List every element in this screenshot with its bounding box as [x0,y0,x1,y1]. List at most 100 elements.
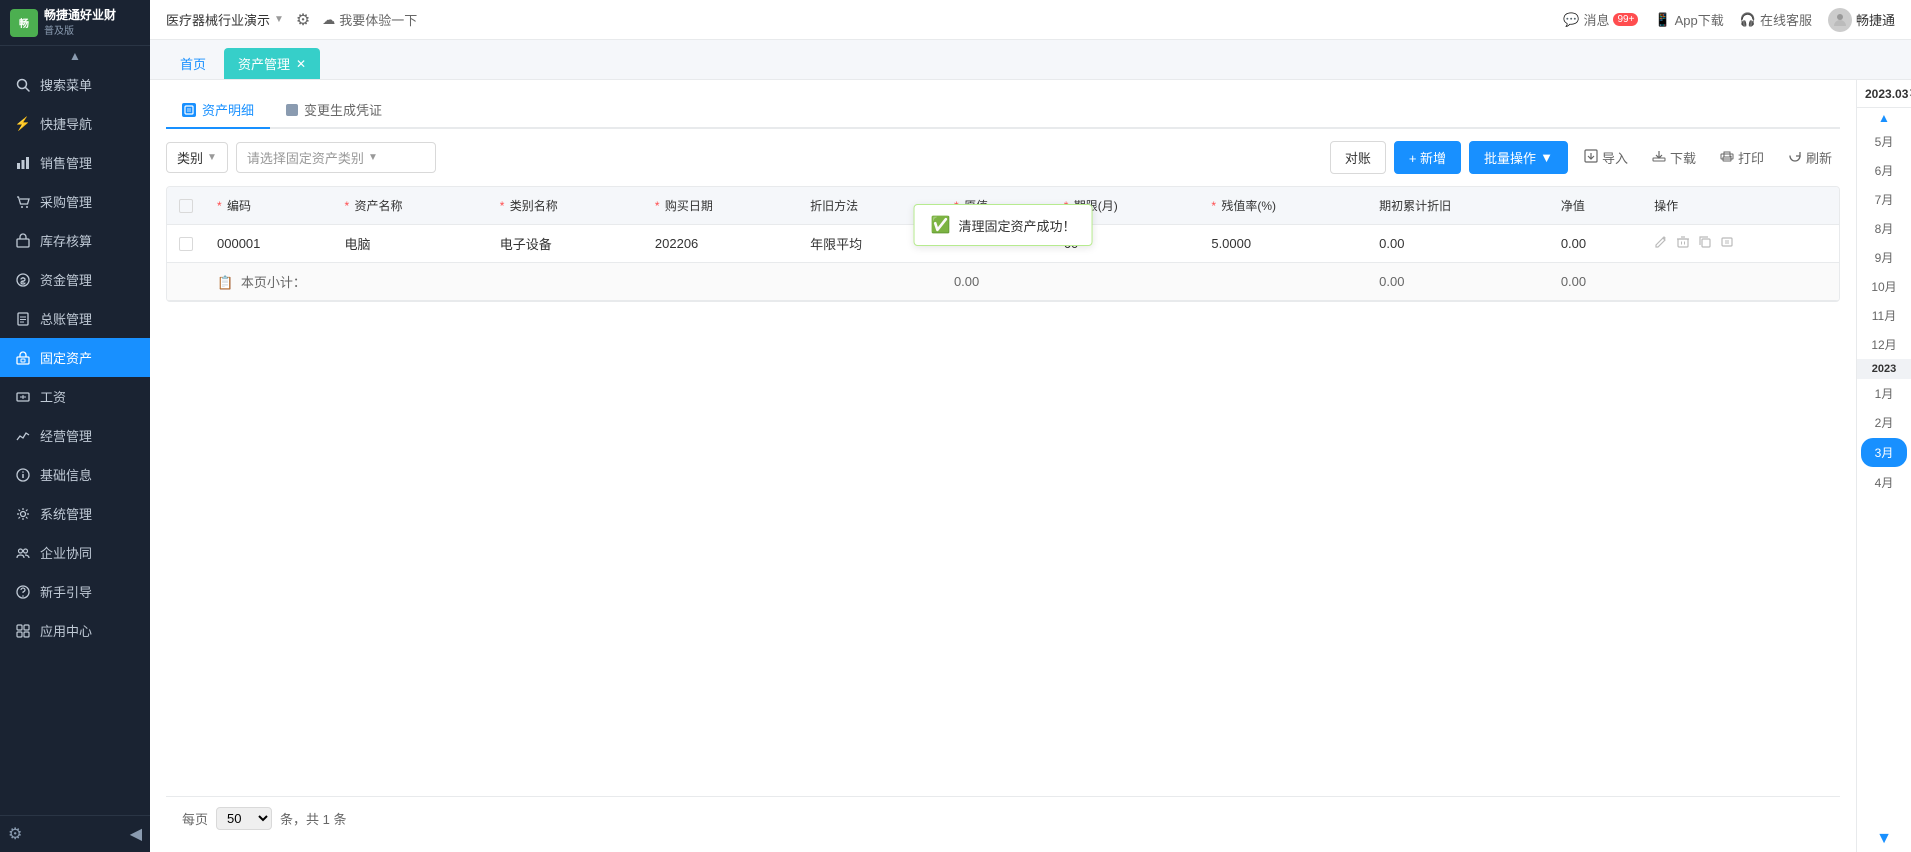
row-actions [1642,225,1839,263]
row-category: 电子设备 [488,225,643,263]
notification-btn[interactable]: 💬 消息 99+ [1563,10,1638,29]
user-btn[interactable]: 畅捷通 [1828,8,1895,32]
sub-tab-asset-detail-label: 资产明细 [202,100,254,119]
download-icon: 📱 [1654,12,1670,28]
app-logo: 畅 [10,9,38,37]
sidebar-item-cooperation[interactable]: 企业协同 [0,533,150,572]
sidebar-header: 畅 畅捷通好业财 普及版 [0,0,150,46]
toolbar-left: 类别 ▼ 请选择固定资产类别 ▼ [166,142,1322,173]
sidebar-item-fixed-asset[interactable]: 固定资产 [0,338,150,377]
import-btn[interactable]: 导入 [1576,142,1636,173]
print-icon [1720,149,1734,166]
sidebar-item-app-center[interactable]: 应用中心 [0,611,150,650]
batch-btn[interactable]: 批量操作 ▼ [1469,141,1568,174]
sidebar-item-purchase[interactable]: 采购管理 [0,182,150,221]
sidebar-footer: ⚙ ◀ [0,815,150,852]
sidebar-item-system[interactable]: 系统管理 [0,494,150,533]
sidebar-item-payroll[interactable]: 工资 [0,377,150,416]
app-download-btn[interactable]: 📱 App下载 [1654,10,1723,29]
service-label: 在线客服 [1760,10,1812,29]
topbar-right: 💬 消息 99+ 📱 App下载 🎧 在线客服 畅捷通 [1563,8,1895,32]
main-area: 医疗器械行业演示 ▼ ⚙ ☁ 我要体验一下 💬 消息 99+ 📱 App下载 🎧… [150,0,1911,852]
refresh-icon [1788,149,1802,166]
delete-icon[interactable] [1676,235,1690,252]
month-7[interactable]: 7月 [1857,185,1911,214]
month-2023-1[interactable]: 1月 [1857,379,1911,408]
select-all-checkbox[interactable] [179,199,193,213]
new-btn[interactable]: + 新增 [1394,141,1461,174]
more-icon[interactable] [1720,235,1734,252]
sidebar-item-quick-nav[interactable]: ⚡ 快捷导航 [0,104,150,143]
edit-icon[interactable] [1654,235,1668,252]
month-2023-2[interactable]: 2月 [1857,408,1911,437]
sidebar-item-app-center-label: 应用中心 [40,621,92,640]
operations-icon [14,427,32,445]
sidebar-scroll-up-icon[interactable]: ▲ [69,49,81,63]
sidebar-item-basic-info[interactable]: 基础信息 [0,455,150,494]
download-label: App下载 [1675,10,1724,29]
copy-icon[interactable] [1698,235,1712,252]
month-10[interactable]: 10月 [1857,272,1911,301]
sidebar-item-payroll-label: 工资 [40,387,66,406]
panel-up-icon[interactable]: ▲ [1878,111,1890,125]
notification-icon: 💬 [1563,12,1579,28]
sidebar: 畅 畅捷通好业财 普及版 ▲ 搜索菜单 ⚡ 快捷导航 销售管理 [0,0,150,852]
table-header-initial-accumulated: 期初累计折旧 [1367,187,1549,225]
page-size-select[interactable]: 50 100 200 [216,807,272,830]
online-service-btn[interactable]: 🎧 在线客服 [1740,10,1812,29]
sidebar-item-fund[interactable]: 资金管理 [0,260,150,299]
subtotal-initial: 0.00 [1367,263,1549,301]
row-checkbox[interactable] [179,237,193,251]
collapse-sidebar-icon[interactable]: ◀ [130,824,142,844]
basic-info-icon [14,466,32,484]
sidebar-item-inventory-label: 库存核算 [40,231,92,250]
month-8[interactable]: 8月 [1857,214,1911,243]
month-2023-3[interactable]: 3月 [1861,438,1907,467]
experience-btn[interactable]: ☁ 我要体验一下 [322,10,417,29]
sidebar-item-search[interactable]: 搜索菜单 [0,65,150,104]
topbar-settings-icon[interactable]: ⚙ [296,10,310,30]
row-checkbox-cell[interactable] [167,225,205,263]
company-selector[interactable]: 医疗器械行业演示 ▼ [166,10,284,29]
tab-asset-close-icon[interactable]: ✕ [296,57,306,71]
row-purchase-date: 202206 [643,225,798,263]
print-btn[interactable]: 打印 [1712,142,1772,173]
reconcile-btn[interactable]: 对账 [1330,141,1386,174]
sidebar-item-operations[interactable]: 经营管理 [0,416,150,455]
panel-down-icon[interactable]: ▼ [1876,830,1892,847]
sidebar-item-ledger[interactable]: 总账管理 [0,299,150,338]
month-5[interactable]: 5月 [1857,127,1911,156]
sidebar-item-fund-label: 资金管理 [40,270,92,289]
month-12[interactable]: 12月 [1857,330,1911,359]
settings-footer-icon[interactable]: ⚙ [8,824,22,844]
sidebar-item-basic-info-label: 基础信息 [40,465,92,484]
table-header-net-value: 净值 [1549,187,1642,225]
category-input[interactable]: 请选择固定资产类别 ▼ [236,142,436,173]
sidebar-item-guide[interactable]: 新手引导 [0,572,150,611]
month-9[interactable]: 9月 [1857,243,1911,272]
tab-home[interactable]: 首页 [166,48,220,79]
tab-bar: 首页 资产管理 ✕ [150,40,1911,80]
sidebar-nav: 搜索菜单 ⚡ 快捷导航 销售管理 采购管理 库存核算 [0,65,150,815]
category-filter[interactable]: 类别 ▼ [166,142,228,173]
sidebar-item-sales[interactable]: 销售管理 [0,143,150,182]
refresh-btn[interactable]: 刷新 [1780,142,1840,173]
sidebar-item-cooperation-label: 企业协同 [40,543,92,562]
cloud-icon: ☁ [322,12,335,28]
month-6[interactable]: 6月 [1857,156,1911,185]
sub-tab-change-voucher[interactable]: 变更生成凭证 [270,92,398,127]
table-header-name: * 资产名称 [333,187,488,225]
table-header-checkbox[interactable] [167,187,205,225]
sub-tabs: 资产明细 变更生成凭证 [166,92,1840,129]
total-text: 条，共 1 条 [280,809,346,828]
download-toolbar-btn[interactable]: 下载 [1644,142,1704,173]
main-content: 资产明细 变更生成凭证 类别 ▼ 请选择固定资产类别 ▼ [150,80,1856,852]
fund-icon [14,271,32,289]
tab-asset[interactable]: 资产管理 ✕ [224,48,320,79]
sub-tab-asset-detail[interactable]: 资产明细 [166,92,270,129]
month-11[interactable]: 11月 [1857,301,1911,330]
ledger-icon [14,310,32,328]
month-2023-4[interactable]: 4月 [1857,468,1911,497]
sidebar-item-inventory[interactable]: 库存核算 [0,221,150,260]
table-header-residual-rate: * 残值率(%) [1199,187,1367,225]
